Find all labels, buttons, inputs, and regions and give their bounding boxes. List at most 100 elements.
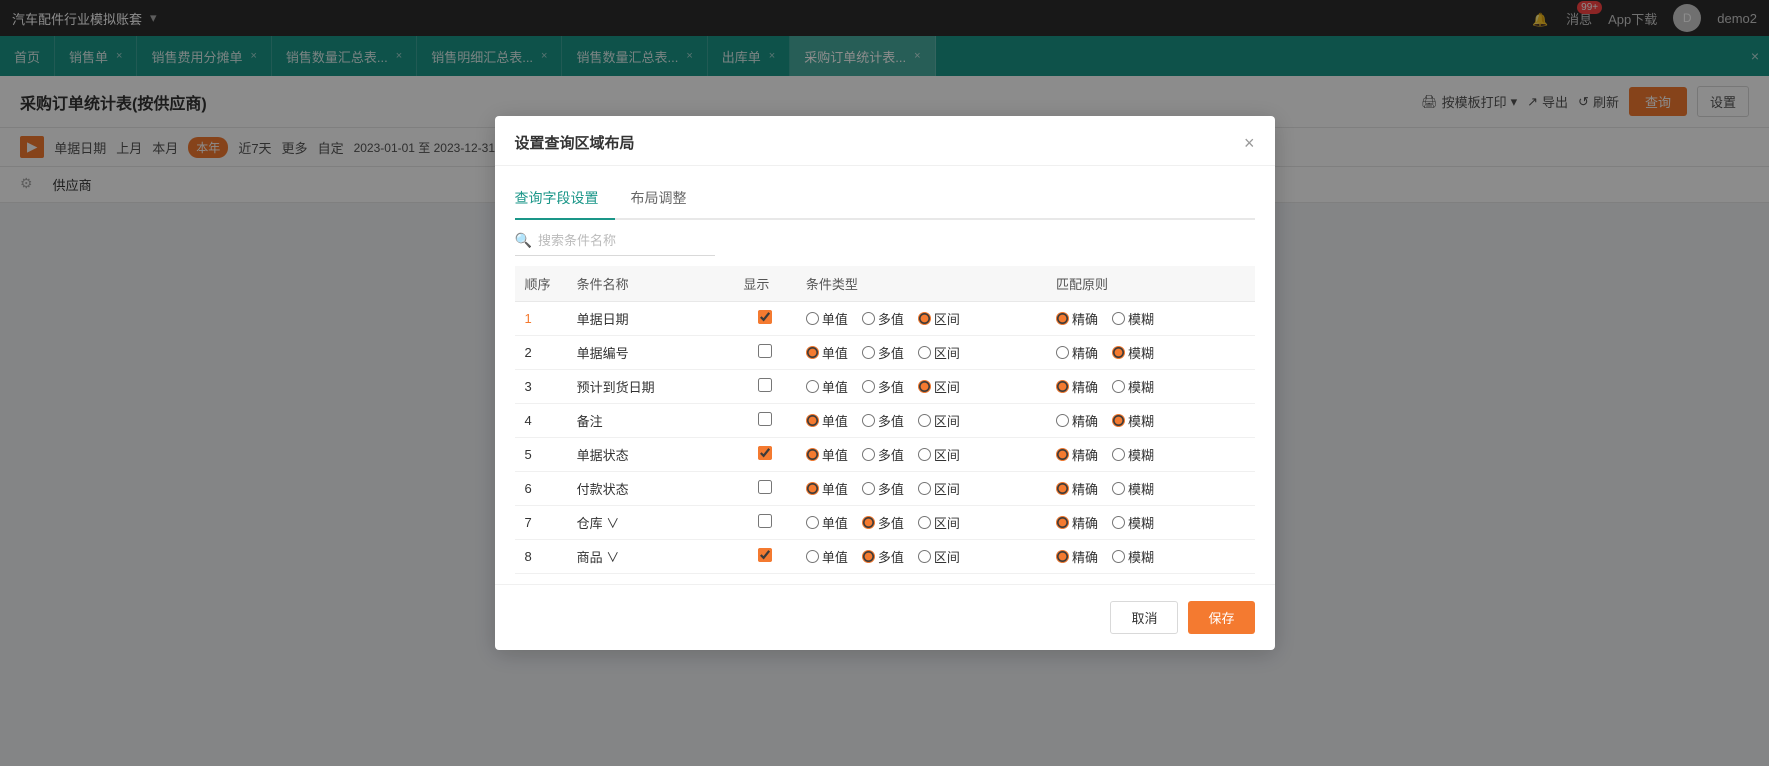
type-radio[interactable] bbox=[806, 550, 819, 563]
type-radio[interactable] bbox=[806, 516, 819, 529]
type-radio-label[interactable]: 多值 bbox=[862, 411, 904, 430]
type-radio-label[interactable]: 区间 bbox=[918, 309, 960, 328]
type-radio[interactable] bbox=[806, 312, 819, 325]
type-radio-label[interactable]: 单值 bbox=[806, 343, 848, 362]
match-radio-label[interactable]: 精确 bbox=[1056, 547, 1098, 566]
match-radio-label[interactable]: 模糊 bbox=[1112, 479, 1154, 498]
type-radio[interactable] bbox=[862, 414, 875, 427]
type-radio[interactable] bbox=[918, 346, 931, 359]
match-radio[interactable] bbox=[1112, 448, 1125, 461]
show-checkbox[interactable] bbox=[758, 344, 772, 358]
type-radio-label[interactable]: 多值 bbox=[862, 547, 904, 566]
type-radio-label[interactable]: 多值 bbox=[862, 479, 904, 498]
type-radio[interactable] bbox=[806, 414, 819, 427]
type-radio-label[interactable]: 区间 bbox=[918, 343, 960, 362]
match-radio[interactable] bbox=[1112, 414, 1125, 427]
match-radio-label[interactable]: 精确 bbox=[1056, 445, 1098, 464]
type-radio[interactable] bbox=[918, 448, 931, 461]
show-checkbox[interactable] bbox=[758, 412, 772, 426]
show-checkbox[interactable] bbox=[758, 480, 772, 494]
cell-name: 属性 ∨ bbox=[567, 574, 734, 577]
search-input[interactable] bbox=[538, 233, 698, 248]
match-radio-label[interactable]: 精确 bbox=[1056, 411, 1098, 430]
type-radio-label[interactable]: 多值 bbox=[862, 343, 904, 362]
tab-query-fields[interactable]: 查询字段设置 bbox=[515, 182, 615, 220]
type-radio-label[interactable]: 单值 bbox=[806, 377, 848, 396]
match-radio[interactable] bbox=[1056, 380, 1069, 393]
match-radio-label[interactable]: 模糊 bbox=[1112, 377, 1154, 396]
match-radio-label[interactable]: 精确 bbox=[1056, 377, 1098, 396]
match-radio[interactable] bbox=[1056, 414, 1069, 427]
type-radio-label[interactable]: 多值 bbox=[862, 513, 904, 532]
type-radio[interactable] bbox=[806, 448, 819, 461]
save-button[interactable]: 保存 bbox=[1188, 601, 1254, 634]
match-radio-group: 精确模糊 bbox=[1056, 411, 1244, 430]
type-radio-label[interactable]: 区间 bbox=[918, 411, 960, 430]
type-radio-label[interactable]: 单值 bbox=[806, 309, 848, 328]
cancel-button[interactable]: 取消 bbox=[1110, 601, 1178, 634]
type-radio-label[interactable]: 多值 bbox=[862, 445, 904, 464]
type-radio-label[interactable]: 单值 bbox=[806, 547, 848, 566]
match-radio[interactable] bbox=[1112, 550, 1125, 563]
type-radio[interactable] bbox=[862, 550, 875, 563]
show-checkbox[interactable] bbox=[758, 378, 772, 392]
show-checkbox[interactable] bbox=[758, 548, 772, 562]
modal-close-button[interactable]: × bbox=[1244, 134, 1255, 152]
match-radio[interactable] bbox=[1112, 516, 1125, 529]
match-radio[interactable] bbox=[1056, 550, 1069, 563]
type-radio-group: 单值多值区间 bbox=[806, 411, 1036, 430]
show-checkbox[interactable] bbox=[758, 310, 772, 324]
type-radio-label[interactable]: 单值 bbox=[806, 445, 848, 464]
match-radio-label[interactable]: 模糊 bbox=[1112, 343, 1154, 362]
type-radio[interactable] bbox=[806, 380, 819, 393]
type-radio-label[interactable]: 区间 bbox=[918, 547, 960, 566]
match-radio[interactable] bbox=[1056, 448, 1069, 461]
match-radio[interactable] bbox=[1112, 482, 1125, 495]
type-radio-label[interactable]: 单值 bbox=[806, 513, 848, 532]
type-radio-label[interactable]: 区间 bbox=[918, 377, 960, 396]
type-radio[interactable] bbox=[806, 482, 819, 495]
type-radio[interactable] bbox=[918, 312, 931, 325]
match-radio-label[interactable]: 模糊 bbox=[1112, 445, 1154, 464]
match-radio-label[interactable]: 模糊 bbox=[1112, 513, 1154, 532]
match-radio[interactable] bbox=[1056, 482, 1069, 495]
match-radio-label[interactable]: 精确 bbox=[1056, 513, 1098, 532]
match-radio-label[interactable]: 模糊 bbox=[1112, 547, 1154, 566]
type-radio[interactable] bbox=[862, 448, 875, 461]
type-radio[interactable] bbox=[918, 414, 931, 427]
match-radio[interactable] bbox=[1056, 346, 1069, 359]
match-radio-label[interactable]: 精确 bbox=[1056, 309, 1098, 328]
match-radio[interactable] bbox=[1112, 380, 1125, 393]
type-radio[interactable] bbox=[918, 482, 931, 495]
type-radio[interactable] bbox=[862, 482, 875, 495]
type-radio[interactable] bbox=[862, 380, 875, 393]
type-radio-label[interactable]: 区间 bbox=[918, 513, 960, 532]
type-radio[interactable] bbox=[918, 516, 931, 529]
type-radio[interactable] bbox=[862, 516, 875, 529]
match-radio[interactable] bbox=[1056, 312, 1069, 325]
match-radio-label[interactable]: 精确 bbox=[1056, 479, 1098, 498]
match-radio-label[interactable]: 模糊 bbox=[1112, 309, 1154, 328]
type-radio[interactable] bbox=[918, 380, 931, 393]
type-radio[interactable] bbox=[862, 346, 875, 359]
show-checkbox[interactable] bbox=[758, 514, 772, 528]
table-row: 3预计到货日期单值多值区间精确模糊 bbox=[515, 370, 1255, 404]
type-radio-label[interactable]: 多值 bbox=[862, 377, 904, 396]
type-radio-label[interactable]: 区间 bbox=[918, 479, 960, 498]
cell-show bbox=[733, 370, 796, 404]
match-radio[interactable] bbox=[1112, 312, 1125, 325]
type-radio-label[interactable]: 单值 bbox=[806, 411, 848, 430]
type-radio[interactable] bbox=[806, 346, 819, 359]
type-radio-group: 单值多值区间 bbox=[806, 547, 1036, 566]
show-checkbox[interactable] bbox=[758, 446, 772, 460]
match-radio-label[interactable]: 精确 bbox=[1056, 343, 1098, 362]
match-radio[interactable] bbox=[1112, 346, 1125, 359]
type-radio-label[interactable]: 区间 bbox=[918, 445, 960, 464]
type-radio[interactable] bbox=[918, 550, 931, 563]
match-radio-label[interactable]: 模糊 bbox=[1112, 411, 1154, 430]
match-radio[interactable] bbox=[1056, 516, 1069, 529]
type-radio-label[interactable]: 多值 bbox=[862, 309, 904, 328]
type-radio-label[interactable]: 单值 bbox=[806, 479, 848, 498]
type-radio[interactable] bbox=[862, 312, 875, 325]
tab-layout-adjust[interactable]: 布局调整 bbox=[631, 182, 703, 220]
